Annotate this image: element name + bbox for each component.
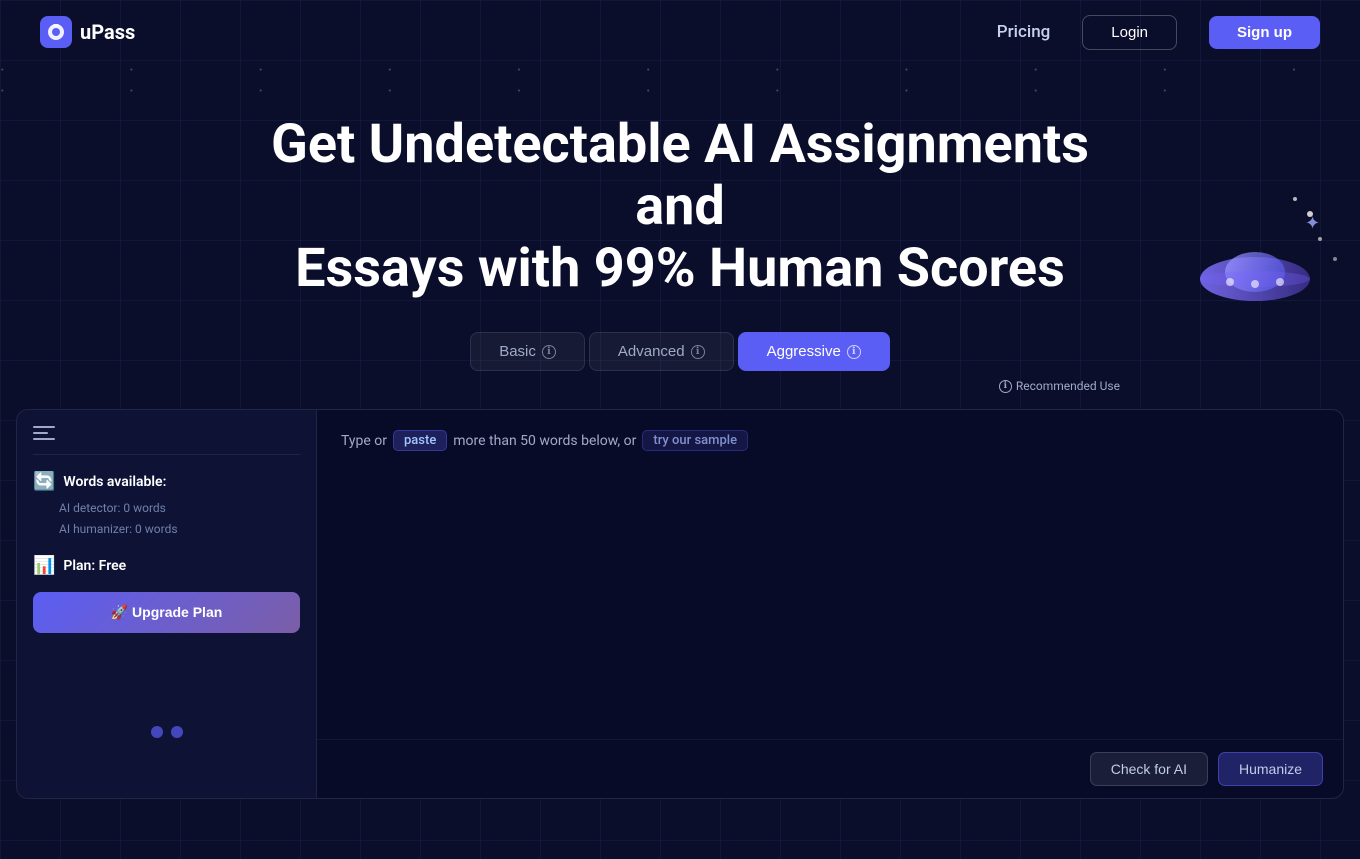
plan-icon: 📊 xyxy=(33,555,55,576)
tab-advanced[interactable]: Advanced ℹ xyxy=(589,332,734,371)
svg-text:✦: ✦ xyxy=(1305,213,1320,234)
recommended-label: ℹ Recommended Use xyxy=(0,379,1360,393)
main-panel: 🔄 Words available: AI detector: 0 words … xyxy=(16,409,1344,799)
plan-section: 📊 Plan: Free xyxy=(33,555,300,576)
plan-label: Plan: Free xyxy=(63,558,126,574)
check-for-ai-button[interactable]: Check for AI xyxy=(1090,752,1208,786)
header-nav: Pricing Login Sign up xyxy=(997,15,1320,50)
mode-tabs: Basic ℹ Advanced ℹ Aggressive ℹ xyxy=(0,332,1360,371)
editor-content-area[interactable] xyxy=(317,451,1343,739)
logo-icon xyxy=(40,16,72,48)
logo-text: uPass xyxy=(80,20,135,44)
editor-actions: Check for AI Humanize xyxy=(317,739,1343,798)
dot-2 xyxy=(171,726,183,738)
logo[interactable]: uPass xyxy=(40,16,135,48)
recommended-info-icon: ℹ xyxy=(999,380,1012,393)
advanced-info-icon: ℹ xyxy=(691,345,705,359)
words-available-label: Words available: xyxy=(63,474,166,490)
dots-decoration xyxy=(151,726,183,738)
login-button[interactable]: Login xyxy=(1082,15,1177,50)
upgrade-plan-button[interactable]: 🚀 Upgrade Plan xyxy=(33,592,300,633)
menu-line-1 xyxy=(33,426,55,428)
words-icon: 🔄 xyxy=(33,471,55,492)
paste-badge[interactable]: paste xyxy=(393,430,447,451)
sidebar: 🔄 Words available: AI detector: 0 words … xyxy=(17,410,317,798)
hero-title: Get Undetectable AI Assignments and Essa… xyxy=(230,114,1130,300)
menu-line-3 xyxy=(33,438,55,440)
sidebar-menu xyxy=(33,426,300,455)
dot-1 xyxy=(151,726,163,738)
basic-info-icon: ℹ xyxy=(542,345,556,359)
editor-prompt: Type or paste more than 50 words below, … xyxy=(317,410,1343,451)
header: uPass Pricing Login Sign up xyxy=(0,0,1360,64)
menu-line-2 xyxy=(33,432,48,434)
editor-area: Type or paste more than 50 words below, … xyxy=(317,410,1343,798)
signup-button[interactable]: Sign up xyxy=(1209,16,1320,49)
hero-section: Get Undetectable AI Assignments and Essa… xyxy=(0,64,1360,393)
aggressive-info-icon: ℹ xyxy=(847,345,861,359)
hamburger-icon[interactable] xyxy=(33,426,55,442)
pricing-link[interactable]: Pricing xyxy=(997,22,1051,42)
try-sample-badge[interactable]: try our sample xyxy=(642,430,748,451)
tab-basic[interactable]: Basic ℹ xyxy=(470,332,585,371)
ai-detector-detail: AI detector: 0 words AI humanizer: 0 wor… xyxy=(59,498,300,539)
words-available-section: 🔄 Words available: AI detector: 0 words … xyxy=(33,471,300,539)
tab-aggressive[interactable]: Aggressive ℹ xyxy=(738,332,890,371)
humanize-button[interactable]: Humanize xyxy=(1218,752,1323,786)
